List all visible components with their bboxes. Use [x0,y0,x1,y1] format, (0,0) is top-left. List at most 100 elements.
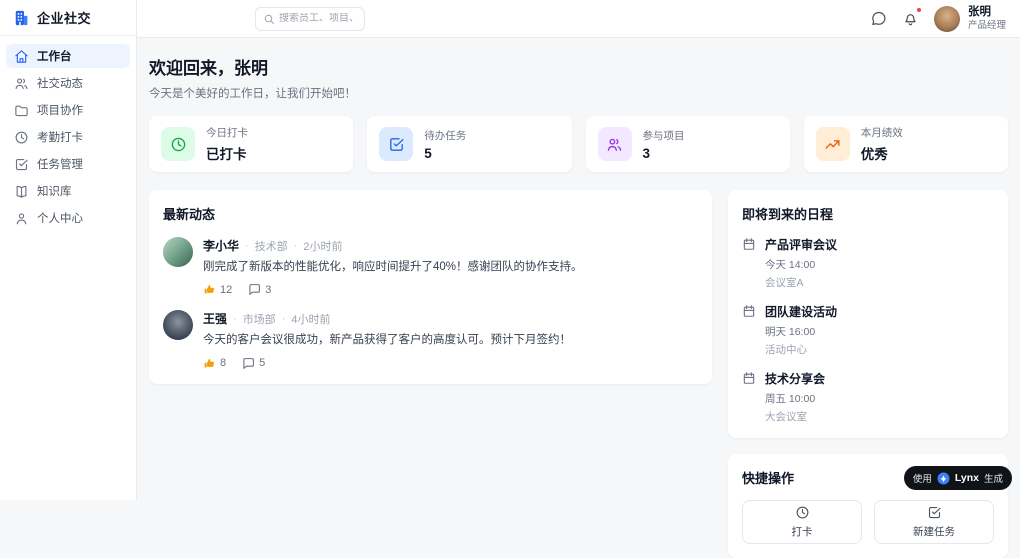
app-name: 企业社交 [37,11,92,26]
like-count: 12 [220,283,233,296]
sidebar-item-tasks[interactable]: 任务管理 [6,152,130,176]
sidebar-item-profile[interactable]: 个人中心 [6,206,130,230]
event-location: 会议室A [765,277,804,289]
topbar-actions: 张明 产品经理 [870,5,1020,32]
separator [282,313,286,325]
stat-label: 本月绩效 [860,127,903,139]
sidebar-item-attendance[interactable]: 考勤打卡 [6,125,130,149]
sidebar-nav: 工作台 社交动态 项目协作 考勤打卡 任务管理 知识库 个人中心 [0,36,136,241]
calendar-icon [742,304,756,318]
notification-dot [915,7,922,13]
check-square-icon [928,506,941,519]
generator-badge[interactable]: 使用 Lynx 生成 [903,466,1012,490]
clock-icon [161,127,195,161]
sidebar-item-label: 工作台 [37,51,72,63]
sidebar-item-label: 知识库 [37,186,72,198]
post-author[interactable]: 王强 [203,310,227,327]
sidebar-item-label: 社交动态 [37,78,83,90]
search-input[interactable] [279,13,357,24]
feed-post: 王强 市场部 4小时前 今天的客户会议很成功，新产品获得了客户的高度认可。预计下… [163,310,698,369]
event-time: 周五 10:00 [765,393,816,405]
feed-post: 李小华 技术部 2小时前 刚完成了新版本的性能优化，响应时间提升了40%！感谢团… [163,237,698,296]
trending-up-icon [815,127,850,161]
comment-icon [249,284,261,296]
comment-count: 3 [265,283,272,296]
user-icon [14,211,29,226]
calendar-icon [742,237,756,251]
clock-icon [796,506,808,519]
sidebar-item-knowledge-base[interactable]: 知识库 [6,179,130,203]
feed-panel: 最新动态 李小华 技术部 2小时前 刚完成了新版本的性能优化，响应时间提升了40… [149,190,712,384]
users-icon [597,127,632,161]
stat-label: 参与项目 [642,129,685,142]
stat-value: 已打卡 [206,147,247,162]
stat-label: 待办任务 [424,129,467,142]
like-button[interactable]: 12 [203,283,232,296]
comment-button[interactable]: 3 [248,283,271,296]
stat-card-projects[interactable]: 参与项目 3 [585,116,790,172]
sidebar-item-projects[interactable]: 项目协作 [6,98,130,122]
post-time: 4小时前 [291,313,331,326]
event-time: 今天 14:00 [765,259,816,271]
stat-value: 3 [642,145,651,161]
event-title: 团队建设活动 [765,305,838,319]
stat-card-todo-tasks[interactable]: 待办任务 5 [367,116,572,172]
post-content: 刚完成了新版本的性能优化，响应时间提升了40%！感谢团队的协作支持。 [203,261,583,273]
stat-value: 5 [424,145,432,161]
stat-value: 优秀 [860,147,888,162]
thumbs-up-icon [204,358,214,367]
welcome-subtitle: 今天是个美好的工作日，让我们开始吧！ [149,88,356,100]
schedule-title: 即将到来的日程 [742,207,834,222]
post-content: 今天的客户会议很成功，新产品获得了客户的高度认可。预计下月签约！ [203,334,571,347]
post-author[interactable]: 李小华 [203,237,239,254]
building-icon [12,9,30,27]
avatar [933,5,960,32]
book-icon [14,184,29,199]
topbar: 张明 产品经理 [137,0,1020,38]
main-content: 欢迎回来，张明 今天是个美好的工作日，让我们开始吧！ 今日打卡 已打卡 待办任务… [137,38,1020,558]
sidebar-item-label: 项目协作 [37,105,83,117]
schedule-event[interactable]: 团队建设活动 明天 16:00 活动中心 [742,303,994,357]
sidebar-item-social-feed[interactable]: 社交动态 [6,71,130,95]
schedule-event[interactable]: 技术分享会 周五 10:00 大会议室 [742,370,994,424]
event-title: 技术分享会 [765,372,826,386]
badge-suffix: 生成 [983,474,1003,485]
badge-prefix: 使用 [912,474,932,485]
quick-action-label: 新建任务 [913,526,955,538]
avatar [163,237,193,267]
schedule-event[interactable]: 产品评审会议 今天 14:00 会议室A [742,236,994,290]
like-button[interactable]: 8 [203,357,226,370]
right-column: 即将到来的日程 产品评审会议 今天 14:00 会议室A 团队建设活动 明天 1… [728,190,1008,558]
event-location: 活动中心 [765,344,807,356]
quick-action-label: 打卡 [791,526,813,538]
check-square-icon [14,157,29,172]
post-time: 2小时前 [303,240,343,253]
separator [233,313,237,325]
checkin-button[interactable]: 打卡 [742,500,862,544]
post-department: 技术部 [254,240,288,253]
stat-cards: 今日打卡 已打卡 待办任务 5 参与项目 3 本月绩效 优秀 [149,116,1008,172]
new-task-button[interactable]: 新建任务 [874,500,994,544]
search-icon [263,13,275,25]
thumbs-up-icon [204,285,214,294]
stat-label: 今日打卡 [206,127,248,139]
avatar [163,310,193,341]
event-time: 明天 16:00 [765,326,816,338]
sidebar-item-workbench[interactable]: 工作台 [6,44,130,68]
user-menu[interactable]: 张明 产品经理 [933,5,1006,32]
calendar-icon [742,371,756,385]
stat-card-performance[interactable]: 本月绩效 优秀 [803,116,1008,172]
home-icon [14,49,29,64]
check-square-icon [379,127,414,161]
clock-icon [14,130,29,145]
notifications-bell-icon[interactable] [902,7,922,27]
user-role: 产品经理 [967,19,1006,31]
comment-icon [243,357,255,369]
sidebar: 企业社交 工作台 社交动态 项目协作 考勤打卡 任务管理 知识库 个人中心 [0,0,137,500]
page-title: 欢迎回来，张明 [149,59,268,78]
comment-button[interactable]: 5 [242,357,265,370]
lynx-logo-icon [937,472,950,484]
stat-card-checkin[interactable]: 今日打卡 已打卡 [149,116,354,172]
messages-icon[interactable] [870,10,887,27]
search-box[interactable] [255,6,365,31]
